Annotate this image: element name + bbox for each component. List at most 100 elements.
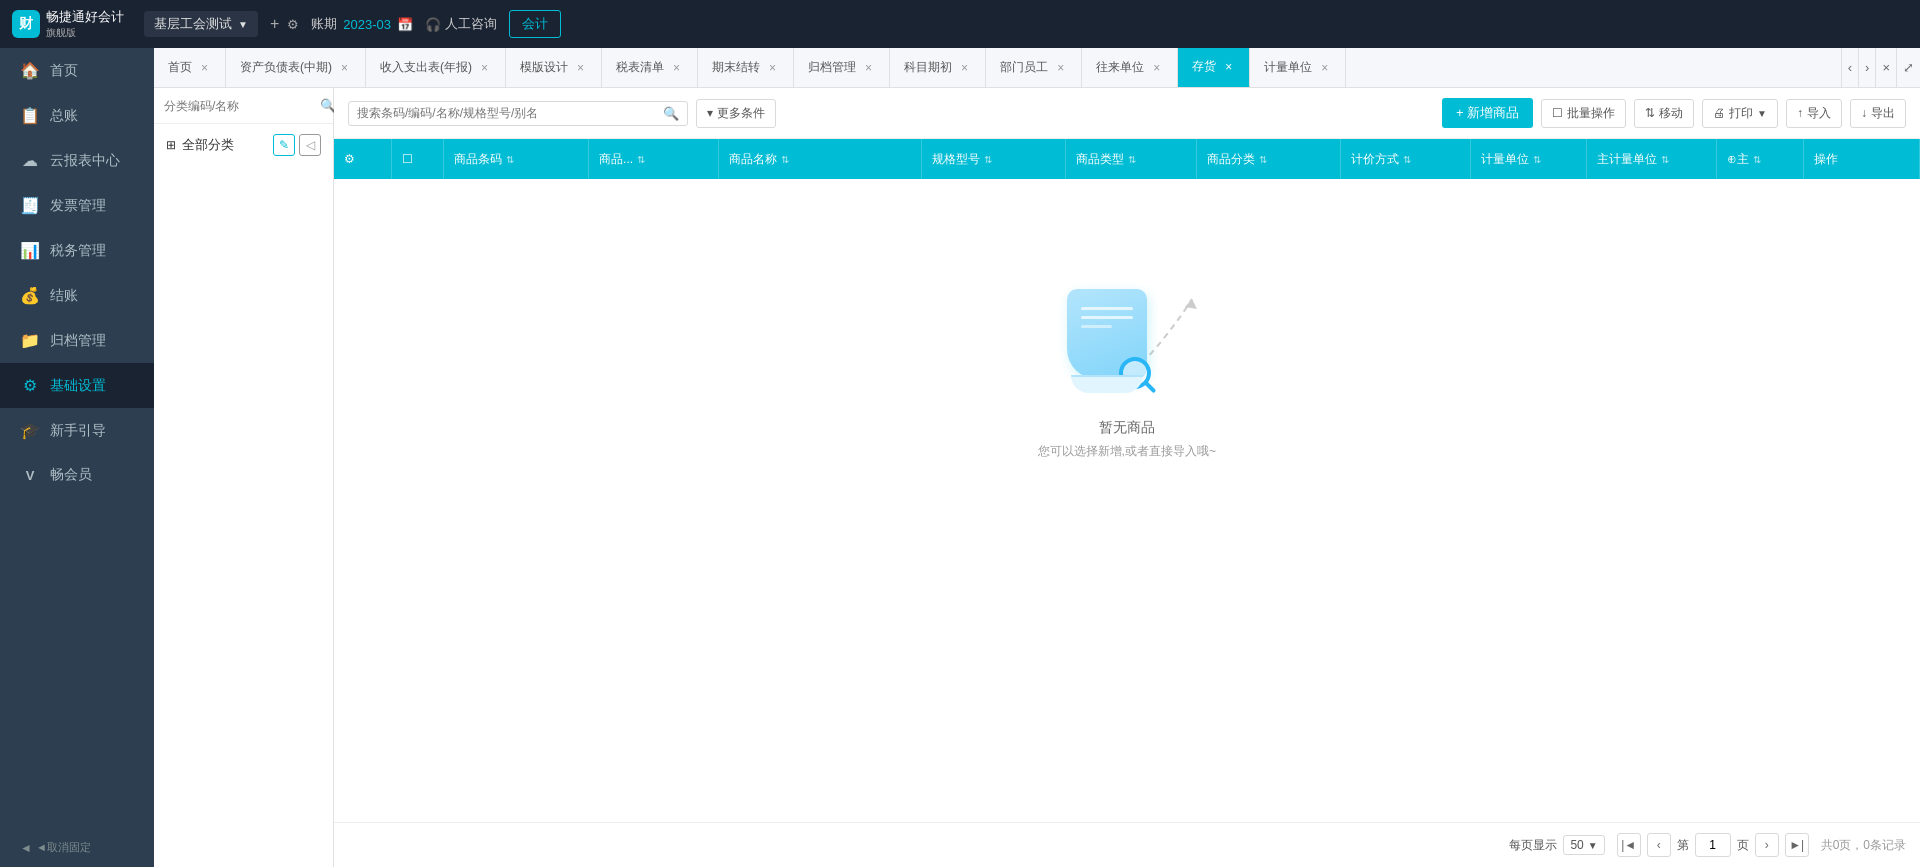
tab-close-home[interactable]: × <box>198 60 211 76</box>
sidebar: 🏠 首页 📋 总账 ☁ 云报表中心 🧾 发票管理 📊 税务管理 💰 结账 📁 归… <box>0 48 154 867</box>
tab-period-end[interactable]: 期末结转 × <box>698 48 794 88</box>
tab-close-unit[interactable]: × <box>1318 60 1331 76</box>
sidebar-item-settings[interactable]: ⚙ 基础设置 <box>0 363 154 408</box>
tab-bar: 首页 × 资产负债表(中期) × 收入支出表(年报) × 模版设计 × 税表清单… <box>154 48 1920 88</box>
next-page-btn[interactable]: › <box>1755 833 1779 857</box>
tab-subject[interactable]: 科目期初 × <box>890 48 986 88</box>
tab-close-template[interactable]: × <box>574 60 587 76</box>
tab-close-all-btn[interactable]: × <box>1875 48 1896 88</box>
product-table: ⚙ ☐ 商品条码 ⇅ <box>334 139 1920 500</box>
tab-close-tax[interactable]: × <box>670 60 683 76</box>
last-page-btn[interactable]: ►| <box>1785 833 1809 857</box>
col-price-method[interactable]: 计价方式 ⇅ <box>1341 139 1471 179</box>
sidebar-label-invoice: 发票管理 <box>50 197 106 215</box>
col-main-unit[interactable]: 主计量单位 ⇅ <box>1587 139 1717 179</box>
col-checkbox[interactable]: ☐ <box>392 139 444 179</box>
sort-price-icon: ⇅ <box>1403 154 1411 165</box>
col-extra[interactable]: ⊕主 ⇅ <box>1717 139 1804 179</box>
tab-home-label: 首页 <box>168 59 192 76</box>
page-prefix: 第 <box>1677 837 1689 854</box>
sidebar-pin-toggle[interactable]: ◄ ◄取消固定 <box>0 828 154 867</box>
sort-name-icon: ⇅ <box>781 154 789 165</box>
category-collapse-btn[interactable]: ◁ <box>299 134 321 156</box>
sort-spec-icon: ⇅ <box>984 154 992 165</box>
tab-close-archive[interactable]: × <box>862 60 875 76</box>
sidebar-item-home[interactable]: 🏠 首页 <box>0 48 154 93</box>
sidebar-label-archive: 归档管理 <box>50 332 106 350</box>
sidebar-item-guide[interactable]: 🎓 新手引导 <box>0 408 154 453</box>
col-settings[interactable]: ⚙ <box>334 139 392 179</box>
col-code[interactable]: 商品... ⇅ <box>589 139 719 179</box>
tab-archive-label: 归档管理 <box>808 59 856 76</box>
tab-dept[interactable]: 部门员工 × <box>986 48 1082 88</box>
tab-prev-btn[interactable]: ‹ <box>1841 48 1858 88</box>
sidebar-label-guide: 新手引导 <box>50 422 106 440</box>
tab-close-subject[interactable]: × <box>958 60 971 76</box>
page-unit: 页 <box>1737 837 1749 854</box>
tab-supplier[interactable]: 往来单位 × <box>1082 48 1178 88</box>
product-search-icon[interactable]: 🔍 <box>663 106 679 121</box>
tab-expand-btn[interactable]: ⤢ <box>1896 48 1920 88</box>
add-tab-icon[interactable]: + <box>270 15 279 33</box>
col-category[interactable]: 商品分类 ⇅ <box>1196 139 1341 179</box>
company-name: 基层工会测试 <box>154 15 232 33</box>
tab-close-supplier[interactable]: × <box>1150 60 1163 76</box>
col-spec[interactable]: 规格型号 ⇅ <box>921 139 1066 179</box>
move-button[interactable]: ⇅ 移动 <box>1634 99 1694 128</box>
filter-button[interactable]: ▾ 更多条件 <box>696 99 776 128</box>
tab-template[interactable]: 模版设计 × <box>506 48 602 88</box>
tab-close-balance[interactable]: × <box>338 60 351 76</box>
table-body: 暂无商品 您可以选择新增,或者直接导入哦~ <box>334 179 1920 500</box>
print-button[interactable]: 🖨 打印 ▼ <box>1702 99 1778 128</box>
import-button[interactable]: ↑ 导入 <box>1786 99 1842 128</box>
tab-income[interactable]: 收入支出表(年报) × <box>366 48 506 88</box>
sidebar-label-member: 畅会员 <box>50 466 92 484</box>
logo-icon: 财 <box>12 10 40 38</box>
tab-balance[interactable]: 资产负债表(中期) × <box>226 48 366 88</box>
tab-next-btn[interactable]: › <box>1858 48 1875 88</box>
toolbar: 🔍 ▾ 更多条件 + 新增商品 ☐ 批量操作 ⇅ 移动 <box>334 88 1920 139</box>
first-page-btn[interactable]: |◄ <box>1617 833 1641 857</box>
empty-state: 暂无商品 您可以选择新增,或者直接导入哦~ <box>334 179 1920 500</box>
sort-main-unit-icon: ⇅ <box>1661 154 1669 165</box>
category-edit-btn[interactable]: ✎ <box>273 134 295 156</box>
category-search-input[interactable] <box>164 99 314 113</box>
settings-icon[interactable]: ⚙ <box>287 17 299 32</box>
product-search-bar: 🔍 <box>348 101 688 126</box>
page-number-input[interactable] <box>1695 833 1731 857</box>
tab-archive[interactable]: 归档管理 × <box>794 48 890 88</box>
app-layout: 🏠 首页 📋 总账 ☁ 云报表中心 🧾 发票管理 📊 税务管理 💰 结账 📁 归… <box>0 48 1920 867</box>
tab-tax[interactable]: 税表清单 × <box>602 48 698 88</box>
tab-home[interactable]: 首页 × <box>154 48 226 88</box>
sidebar-item-ledger[interactable]: 📋 总账 <box>0 93 154 138</box>
sidebar-item-cloud[interactable]: ☁ 云报表中心 <box>0 138 154 183</box>
category-header[interactable]: ⊞ 全部分类 ✎ ◁ <box>154 124 333 166</box>
sidebar-item-member[interactable]: V 畅会员 <box>0 453 154 497</box>
sidebar-item-tax[interactable]: 📊 税务管理 <box>0 228 154 273</box>
company-selector[interactable]: 基层工会测试 ▼ <box>144 11 258 37</box>
calendar-icon[interactable]: 📅 <box>397 17 413 32</box>
tab-inventory[interactable]: 存货 × <box>1178 48 1250 88</box>
col-unit[interactable]: 计量单位 ⇅ <box>1471 139 1587 179</box>
prev-page-btn[interactable]: ‹ <box>1647 833 1671 857</box>
tab-close-period-end[interactable]: × <box>766 60 779 76</box>
account-button[interactable]: 会计 <box>509 10 561 38</box>
page-size-selector: 每页显示 50 ▼ <box>1509 835 1604 855</box>
tab-unit[interactable]: 计量单位 × <box>1250 48 1346 88</box>
batch-button[interactable]: ☐ 批量操作 <box>1541 99 1626 128</box>
tab-close-dept[interactable]: × <box>1054 60 1067 76</box>
sidebar-item-archive[interactable]: 📁 归档管理 <box>0 318 154 363</box>
col-barcode[interactable]: 商品条码 ⇅ <box>444 139 589 179</box>
tab-close-inventory[interactable]: × <box>1222 59 1235 75</box>
sidebar-item-close[interactable]: 💰 结账 <box>0 273 154 318</box>
export-button[interactable]: ↓ 导出 <box>1850 99 1906 128</box>
sidebar-item-invoice[interactable]: 🧾 发票管理 <box>0 183 154 228</box>
add-product-button[interactable]: + 新增商品 <box>1442 98 1533 128</box>
tab-close-income[interactable]: × <box>478 60 491 76</box>
col-type[interactable]: 商品类型 ⇅ <box>1066 139 1196 179</box>
consult-button[interactable]: 🎧 人工咨询 <box>425 15 497 33</box>
product-search-input[interactable] <box>357 106 657 120</box>
page-size-dropdown[interactable]: 50 ▼ <box>1563 835 1604 855</box>
main-area: 首页 × 资产负债表(中期) × 收入支出表(年报) × 模版设计 × 税表清单… <box>154 48 1920 867</box>
col-name[interactable]: 商品名称 ⇅ <box>719 139 922 179</box>
